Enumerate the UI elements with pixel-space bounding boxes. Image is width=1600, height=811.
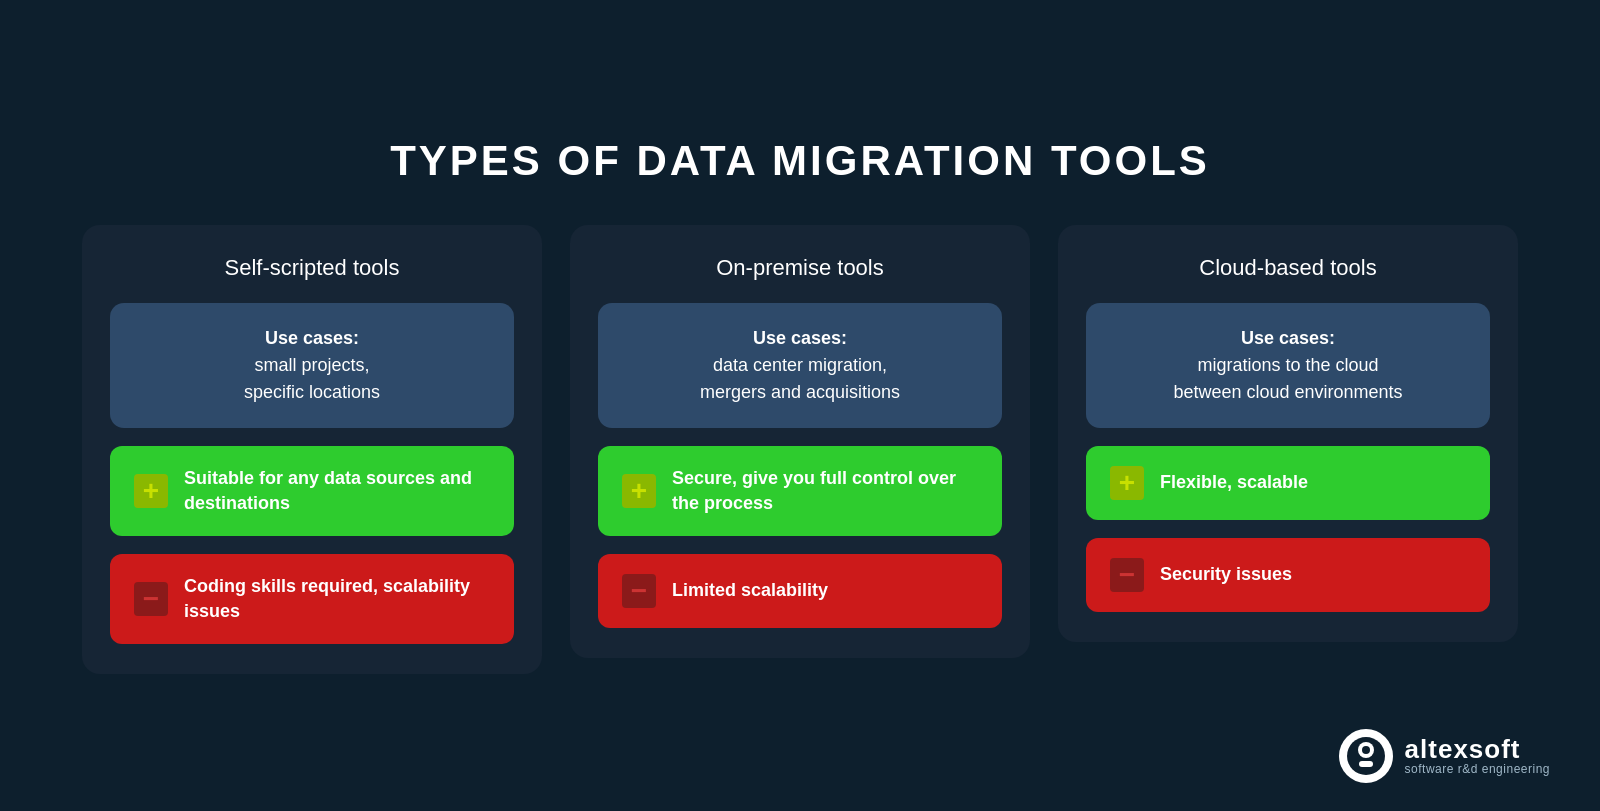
page-title: TYPES OF DATA MIGRATION TOOLS [390,137,1210,185]
svg-rect-4 [1359,761,1373,767]
plus-icon [134,474,168,508]
plus-icon [622,474,656,508]
minus-icon [1110,558,1144,592]
pro-text-cloud-based: Flexible, scalable [1160,470,1308,495]
con-box-cloud-based: Security issues [1086,538,1490,612]
use-cases-self-scripted: Use cases:small projects,specific locati… [110,303,514,428]
pro-text-self-scripted: Suitable for any data sources and destin… [184,466,490,516]
minus-icon [134,582,168,616]
card-on-premise: On-premise tools Use cases:data center mi… [570,225,1030,658]
pro-box-self-scripted: Suitable for any data sources and destin… [110,446,514,536]
con-text-on-premise: Limited scalability [672,578,828,603]
con-text-self-scripted: Coding skills required, scalability issu… [184,574,490,624]
card-title-on-premise: On-premise tools [598,255,1002,281]
use-cases-on-premise: Use cases:data center migration,mergers … [598,303,1002,428]
altexsoft-logo-icon [1339,729,1393,783]
pro-box-on-premise: Secure, give you full control over the p… [598,446,1002,536]
cards-container: Self-scripted tools Use cases:small proje… [0,225,1600,675]
pro-text-on-premise: Secure, give you full control over the p… [672,466,978,516]
con-text-cloud-based: Security issues [1160,562,1292,587]
pro-box-cloud-based: Flexible, scalable [1086,446,1490,520]
plus-icon [1110,466,1144,500]
card-cloud-based: Cloud-based tools Use cases:migrations to… [1058,225,1518,642]
card-title-cloud-based: Cloud-based tools [1086,255,1490,281]
use-cases-cloud-based: Use cases:migrations to the cloudbetween… [1086,303,1490,428]
card-self-scripted: Self-scripted tools Use cases:small proje… [82,225,542,675]
card-title-self-scripted: Self-scripted tools [110,255,514,281]
logo-name: altexsoft [1405,736,1521,762]
logo-text: altexsoft software r&d engineering [1405,736,1550,776]
con-box-on-premise: Limited scalability [598,554,1002,628]
minus-icon [622,574,656,608]
svg-point-3 [1362,746,1370,754]
con-box-self-scripted: Coding skills required, scalability issu… [110,554,514,644]
logo-subtitle: software r&d engineering [1405,762,1550,776]
logo-area: altexsoft software r&d engineering [1339,729,1550,783]
